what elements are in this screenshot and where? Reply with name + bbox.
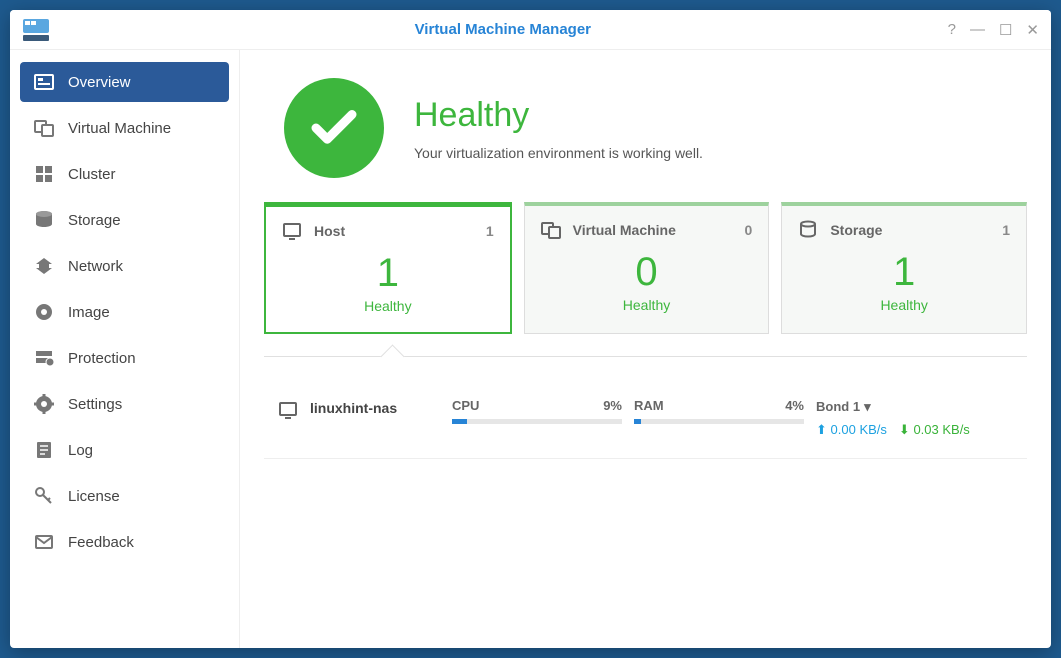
card-label: Healthy (798, 297, 1010, 313)
window-controls: ? — ☐ ✕ (948, 21, 1039, 39)
help-button[interactable]: ? (948, 21, 956, 39)
gear-icon (34, 394, 54, 414)
ram-fill (634, 419, 641, 424)
ram-value: 4% (785, 398, 804, 413)
network-stats: Bond 1 ▾ ⬆ 0.00 KB/s ⬇ 0.03 KB/s (816, 398, 986, 438)
sidebar-item-label: Log (68, 442, 93, 459)
sidebar-item-feedback[interactable]: Feedback (20, 522, 229, 562)
arrow-down-icon: ⬇ (899, 422, 910, 437)
upload-stat: ⬆ 0.00 KB/s (816, 422, 887, 438)
storage-icon (34, 210, 54, 230)
sidebar-item-log[interactable]: Log (20, 430, 229, 470)
key-icon (34, 486, 54, 506)
host-name: linuxhint-nas (310, 400, 440, 416)
cpu-meter: CPU 9% (452, 398, 622, 424)
cpu-fill (452, 419, 467, 424)
sidebar-item-label: Virtual Machine (68, 120, 171, 137)
ram-label: RAM (634, 398, 664, 413)
storage-icon (798, 220, 818, 240)
cpu-label: CPU (452, 398, 479, 413)
card-count: 0 (745, 222, 753, 238)
sidebar-item-label: Settings (68, 396, 122, 413)
card-title: Virtual Machine (573, 222, 676, 238)
card-label: Healthy (541, 297, 753, 313)
sidebar-item-protection[interactable]: Protection (20, 338, 229, 378)
monitor-icon (278, 400, 298, 420)
sidebar-item-label: Storage (68, 212, 121, 229)
card-title: Host (314, 223, 345, 239)
card-count: 1 (486, 223, 494, 239)
arrow-up-icon: ⬆ (816, 422, 827, 437)
window-title: Virtual Machine Manager (58, 21, 948, 38)
close-button[interactable]: ✕ (1026, 21, 1039, 39)
window-body: Overview Virtual Machine Cluster Storage… (10, 50, 1051, 648)
card-count: 1 (1002, 222, 1010, 238)
sidebar-item-label: Protection (68, 350, 136, 367)
card-title: Storage (830, 222, 882, 238)
divider-arrow (264, 356, 1027, 380)
app-icon (22, 18, 50, 42)
sidebar-item-virtual-machine[interactable]: Virtual Machine (20, 108, 229, 148)
card-big-value: 1 (798, 250, 1010, 295)
sidebar-item-label: Image (68, 304, 110, 321)
sidebar-item-label: License (68, 488, 120, 505)
network-icon (34, 256, 54, 276)
ram-meter: RAM 4% (634, 398, 804, 424)
image-icon (34, 302, 54, 322)
sidebar-item-label: Cluster (68, 166, 116, 183)
app-window: Virtual Machine Manager ? — ☐ ✕ Overview… (10, 10, 1051, 648)
maximize-button[interactable]: ☐ (999, 21, 1012, 39)
envelope-icon (34, 532, 54, 552)
sidebar-item-license[interactable]: License (20, 476, 229, 516)
vm-icon (541, 220, 561, 240)
status-title: Healthy (414, 96, 703, 135)
overview-icon (34, 72, 54, 92)
main-content: Healthy Your virtualization environment … (240, 50, 1051, 648)
card-virtual-machine[interactable]: Virtual Machine 0 0 Healthy (524, 202, 770, 334)
sidebar-item-overview[interactable]: Overview (20, 62, 229, 102)
health-status: Healthy Your virtualization environment … (264, 68, 1027, 202)
log-icon (34, 440, 54, 460)
titlebar: Virtual Machine Manager ? — ☐ ✕ (10, 10, 1051, 50)
sidebar-item-storage[interactable]: Storage (20, 200, 229, 240)
card-big-value: 1 (282, 251, 494, 296)
chevron-down-icon: ▾ (864, 399, 871, 415)
cpu-value: 9% (603, 398, 622, 413)
status-subtitle: Your virtualization environment is worki… (414, 145, 703, 161)
protection-icon (34, 348, 54, 368)
sidebar-item-label: Network (68, 258, 123, 275)
sidebar-item-settings[interactable]: Settings (20, 384, 229, 424)
card-storage[interactable]: Storage 1 1 Healthy (781, 202, 1027, 334)
minimize-button[interactable]: — (970, 21, 985, 39)
monitor-icon (282, 221, 302, 241)
sidebar-item-image[interactable]: Image (20, 292, 229, 332)
host-detail-row: linuxhint-nas CPU 9% RAM 4% (264, 390, 1027, 459)
vm-icon (34, 118, 54, 138)
network-name: Bond 1 (816, 399, 860, 414)
sidebar-item-cluster[interactable]: Cluster (20, 154, 229, 194)
sidebar-item-label: Feedback (68, 534, 134, 551)
sidebar-item-network[interactable]: Network (20, 246, 229, 286)
cluster-icon (34, 164, 54, 184)
download-stat: ⬇ 0.03 KB/s (899, 422, 970, 438)
card-host[interactable]: Host 1 1 Healthy (264, 202, 512, 334)
sidebar-item-label: Overview (68, 74, 131, 91)
card-label: Healthy (282, 298, 494, 314)
card-big-value: 0 (541, 250, 753, 295)
check-icon (284, 78, 384, 178)
sidebar: Overview Virtual Machine Cluster Storage… (10, 50, 240, 648)
network-selector[interactable]: Bond 1 ▾ (816, 399, 871, 415)
summary-cards: Host 1 1 Healthy Virtual Machine 0 0 Hea… (264, 202, 1027, 334)
